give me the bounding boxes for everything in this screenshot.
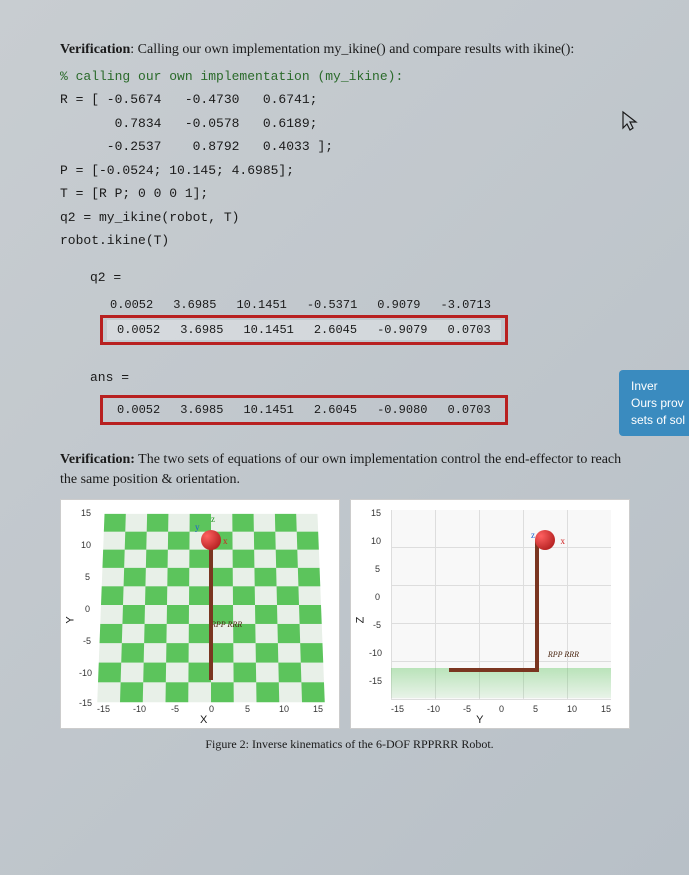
xtick-m5: -5	[171, 704, 179, 714]
robot-link-vertical	[535, 540, 539, 670]
y-axis-label-1: Y	[65, 616, 77, 623]
ytick-0: 0	[85, 604, 90, 614]
ans-result-block: ans = 0.0052 3.6985 10.1451 2.6045 -0.90…	[90, 370, 639, 430]
ans-c3: 2.6045	[304, 400, 367, 420]
r-xtick-15: 15	[601, 704, 611, 714]
xtick-15: 15	[313, 704, 323, 714]
callout-line-3: sets of sol	[631, 412, 689, 429]
q2-highlighted-box: 0.0052 3.6985 10.1451 2.6045 -0.9079 0.0…	[100, 315, 508, 345]
axis-z-marker-2: z	[531, 530, 535, 540]
figure-right: x z RPP RRR Z Y 15 10 5 0 -5 -10 -15 -15…	[350, 499, 630, 729]
q2-r1c1: 3.6985	[170, 320, 233, 340]
r-ytick-15: 15	[371, 508, 381, 518]
verification-heading-1: Verification: Calling our own implementa…	[60, 40, 639, 60]
heading2-bold: Verification:	[60, 452, 135, 467]
q2-r0c5: -3.0713	[431, 295, 501, 315]
ytick-15: 15	[81, 508, 91, 518]
x-axis-label-1: X	[200, 714, 207, 726]
q2-r1c3: 2.6045	[304, 320, 367, 340]
q2-row-0: 0.0052 3.6985 10.1451 -0.5371 0.9079 -3.…	[100, 295, 501, 315]
q2-r0c1: 3.6985	[163, 295, 226, 315]
r-xtick-m10: -10	[427, 704, 440, 714]
q2-row-1: 0.0052 3.6985 10.1451 2.6045 -0.9079 0.0…	[107, 320, 501, 340]
r-xtick-10: 10	[567, 704, 577, 714]
xtick-m15: -15	[97, 704, 110, 714]
q2-r0c2: 10.1451	[226, 295, 296, 315]
annotation-callout: Inver Ours prov sets of sol	[619, 370, 689, 436]
r-ytick-m5: -5	[373, 620, 381, 630]
ans-row: 0.0052 3.6985 10.1451 2.6045 -0.9080 0.0…	[107, 400, 501, 420]
xtick-5: 5	[245, 704, 250, 714]
robot-link	[209, 540, 213, 680]
figures-container: x y z RPP RRR Y X 15 10 5 0 -5 -10 -15 -…	[60, 499, 639, 729]
q2-r0c3: -0.5371	[297, 295, 367, 315]
axis-y-marker: y	[195, 522, 200, 532]
ytick-m15: -15	[79, 698, 92, 708]
ytick-5: 5	[85, 572, 90, 582]
code-comment: % calling our own implementation (my_iki…	[60, 68, 639, 86]
r-xtick-m5: -5	[463, 704, 471, 714]
ground-plane	[391, 668, 611, 698]
r-xtick-0: 0	[499, 704, 504, 714]
code-line-3: -0.2537 0.8792 0.4033 ];	[60, 138, 639, 156]
r-ytick-m10: -10	[369, 648, 382, 658]
q2-r1c0: 0.0052	[107, 320, 170, 340]
code-line-5: T = [R P; 0 0 0 1];	[60, 185, 639, 203]
y-axis-label-2: Y	[476, 714, 483, 726]
ans-c1: 3.6985	[170, 400, 233, 420]
z-axis-label-2: Z	[354, 617, 366, 624]
q2-r1c2: 10.1451	[233, 320, 303, 340]
code-line-7: robot.ikine(T)	[60, 232, 639, 250]
xtick-m10: -10	[133, 704, 146, 714]
code-line-2: 0.7834 -0.0578 0.6189;	[60, 115, 639, 133]
q2-r0c4: 0.9079	[367, 295, 430, 315]
axis-x-marker-2: x	[561, 536, 566, 546]
r-xtick-5: 5	[533, 704, 538, 714]
heading1-bold: Verification	[60, 42, 130, 57]
callout-line-1: Inver	[631, 378, 689, 395]
ans-highlighted-box: 0.0052 3.6985 10.1451 2.6045 -0.9080 0.0…	[100, 395, 508, 425]
callout-line-2: Ours prov	[631, 395, 689, 412]
heading1-rest: : Calling our own implementation my_ikin…	[130, 42, 574, 57]
robot-name-label-1: RPP RRR	[211, 620, 242, 629]
heading2-rest: The two sets of equations of our own imp…	[60, 452, 621, 487]
q2-r1c4: -0.9079	[367, 320, 437, 340]
cursor-icon	[621, 110, 639, 138]
ans-c2: 10.1451	[233, 400, 303, 420]
figure-left: x y z RPP RRR Y X 15 10 5 0 -5 -10 -15 -…	[60, 499, 340, 729]
r-ytick-10: 10	[371, 536, 381, 546]
axis-x-marker: x	[223, 536, 228, 546]
code-line-6: q2 = my_ikine(robot, T)	[60, 209, 639, 227]
verification-heading-2: Verification: The two sets of equations …	[60, 450, 639, 489]
q2-r1c5: 0.0703	[438, 320, 501, 340]
figure-caption: Figure 2: Inverse kinematics of the 6-DO…	[60, 737, 639, 752]
ytick-m10: -10	[79, 668, 92, 678]
ans-c5: 0.0703	[438, 400, 501, 420]
r-xtick-m15: -15	[391, 704, 404, 714]
robot-name-label-2: RPP RRR	[548, 650, 579, 659]
r-ytick-0: 0	[375, 592, 380, 602]
q2-r0c0: 0.0052	[100, 295, 163, 315]
ytick-m5: -5	[83, 636, 91, 646]
q2-result-block: q2 = 0.0052 3.6985 10.1451 -0.5371 0.907…	[90, 270, 639, 350]
ans-label: ans =	[90, 370, 639, 385]
ans-c0: 0.0052	[107, 400, 170, 420]
xtick-10: 10	[279, 704, 289, 714]
q2-label: q2 =	[90, 270, 639, 285]
ytick-10: 10	[81, 540, 91, 550]
xtick-0: 0	[209, 704, 214, 714]
ans-c4: -0.9080	[367, 400, 437, 420]
robot-link-horizontal	[449, 668, 539, 672]
axis-z-marker: z	[211, 514, 215, 524]
code-line-4: P = [-0.0524; 10.145; 4.6985];	[60, 162, 639, 180]
code-line-1: R = [ -0.5674 -0.4730 0.6741;	[60, 91, 639, 109]
r-ytick-m15: -15	[369, 676, 382, 686]
r-ytick-5: 5	[375, 564, 380, 574]
